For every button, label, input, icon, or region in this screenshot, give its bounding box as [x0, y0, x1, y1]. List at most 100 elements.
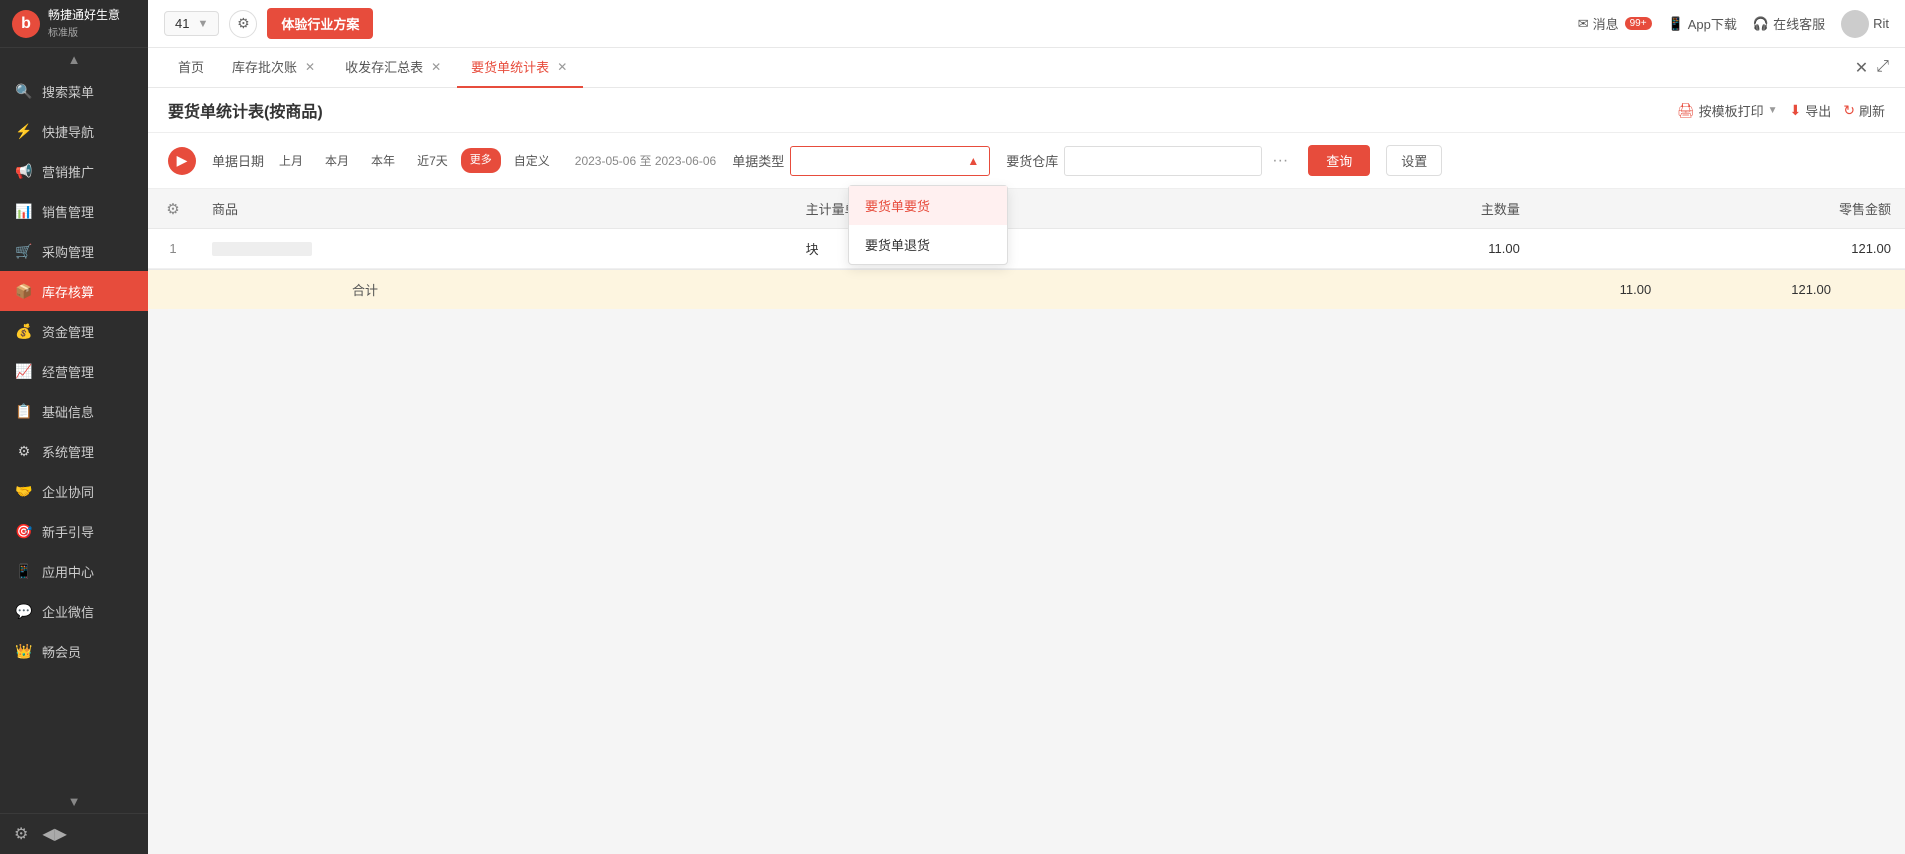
- this-month-btn[interactable]: 本月: [316, 148, 358, 173]
- phone-icon: 📱: [1668, 16, 1684, 32]
- warehouse-filter-group: 要货仓库 ···: [1006, 146, 1292, 176]
- sidebar-scroll-down[interactable]: ▼: [0, 790, 148, 813]
- tab-order-stats[interactable]: 要货单统计表 ✕: [457, 48, 583, 88]
- cell-quantity: 11.00: [1223, 229, 1534, 269]
- logo-icon: b: [12, 10, 40, 38]
- th-quantity: 主数量: [1223, 189, 1534, 229]
- dropdown-item-order[interactable]: 要货单要货: [849, 186, 1007, 225]
- settings-button[interactable]: 设置: [1386, 145, 1442, 176]
- refresh-button[interactable]: ↻ 刷新: [1843, 101, 1885, 120]
- table-row: 1 块 11.00 121.00: [148, 229, 1905, 269]
- export-button[interactable]: ⬇ 导出: [1790, 101, 1832, 120]
- th-settings[interactable]: ⚙: [148, 189, 198, 229]
- this-year-btn[interactable]: 本年: [362, 148, 404, 173]
- sidebar-item-label: 企业微信: [42, 602, 94, 621]
- sidebar-item-guide[interactable]: 🎯 新手引导: [0, 511, 148, 551]
- date-filter-group: 单据日期 上月 本月 本年 近7天 更多 自定义: [212, 148, 559, 173]
- refresh-label: 刷新: [1859, 101, 1885, 120]
- tab-inventory-batch[interactable]: 库存批次账 ✕: [218, 48, 331, 88]
- window-close-btn[interactable]: ✕: [1855, 58, 1868, 78]
- chevron-down-icon: ▼: [197, 18, 208, 30]
- sidebar-item-marketing[interactable]: 📢 营销推广: [0, 151, 148, 191]
- custom-date-btn[interactable]: 自定义: [505, 148, 559, 173]
- date-label: 单据日期: [212, 151, 264, 170]
- sidebar-item-operations[interactable]: 📈 经营管理: [0, 351, 148, 391]
- page-header: 要货单统计表(按商品) 🖨 按模板打印 ▼ ⬇ 导出 ↻ 刷新: [148, 88, 1905, 133]
- type-filter-group: 单据类型 ▲: [732, 146, 990, 176]
- sidebar-item-label: 畅会员: [42, 642, 81, 661]
- type-dropdown: 要货单要货 要货单退货: [848, 185, 1008, 265]
- sidebar-item-quicknav[interactable]: ⚡ 快捷导航: [0, 111, 148, 151]
- phone-icon: 📱: [14, 561, 34, 581]
- main-content: 41 ▼ ⚙ 体验行业方案 ✉ 消息 99+ 📱 App下载 🎧 在线客服 R: [148, 0, 1905, 854]
- app-download-action[interactable]: 📱 App下载: [1668, 14, 1737, 33]
- crown-icon: 👑: [14, 641, 34, 661]
- date-shortcuts: 上月 本月 本年 近7天 更多 自定义: [270, 148, 559, 173]
- more-dates-btn[interactable]: 更多: [461, 148, 501, 173]
- tab-receive-summary[interactable]: 收发存汇总表 ✕: [331, 48, 457, 88]
- store-selector[interactable]: 41 ▼: [164, 11, 219, 36]
- online-service-action[interactable]: 🎧 在线客服: [1753, 14, 1825, 33]
- message-badge: 99+: [1625, 17, 1652, 30]
- topbar-gear-button[interactable]: ⚙: [229, 10, 257, 38]
- sidebar-item-system[interactable]: ⚙ 系统管理: [0, 431, 148, 471]
- sidebar-item-label: 营销推广: [42, 162, 94, 181]
- tab-inventory-batch-close[interactable]: ✕: [303, 60, 317, 74]
- message-icon: ✉: [1578, 16, 1589, 32]
- sidebar-item-label: 销售管理: [42, 202, 94, 221]
- sidebar-logo: b 畅捷通好生意 标准版: [0, 0, 148, 48]
- tab-order-stats-close[interactable]: ✕: [555, 60, 569, 74]
- last-7-days-btn[interactable]: 近7天: [408, 148, 457, 173]
- refresh-icon: ↻: [1843, 102, 1855, 119]
- print-icon: 🖨: [1677, 102, 1695, 119]
- topbar-right: ✉ 消息 99+ 📱 App下载 🎧 在线客服 Rit: [1578, 10, 1889, 38]
- industry-button[interactable]: 体验行业方案: [267, 8, 373, 39]
- dropdown-item-return[interactable]: 要货单退货: [849, 225, 1007, 264]
- tabs-bar: 首页 库存批次账 ✕ 收发存汇总表 ✕ 要货单统计表 ✕ ✕ ⤢: [148, 48, 1905, 88]
- sidebar: b 畅捷通好生意 标准版 ▲ 🔍 搜索菜单 ⚡ 快捷导航 📢 营销推广 📊 销售…: [0, 0, 148, 854]
- cell-amount: 121.00: [1534, 229, 1905, 269]
- warehouse-input[interactable]: [1064, 146, 1262, 176]
- window-expand-btn[interactable]: ⤢: [1876, 58, 1889, 78]
- column-gear-icon[interactable]: ⚙: [162, 200, 184, 218]
- sidebar-item-appcenter[interactable]: 📱 应用中心: [0, 551, 148, 591]
- print-label: 按模板打印: [1699, 101, 1764, 120]
- print-button[interactable]: 🖨 按模板打印 ▼: [1677, 101, 1778, 120]
- warehouse-label: 要货仓库: [1006, 151, 1058, 170]
- collapse-icon[interactable]: ◀▶: [42, 824, 67, 844]
- sidebar-item-inventory[interactable]: 📦 库存核算: [0, 271, 148, 311]
- tab-receive-summary-close[interactable]: ✕: [429, 60, 443, 74]
- sidebar-item-label: 企业协同: [42, 482, 94, 501]
- footer-amount: 121.00: [1791, 282, 1831, 297]
- footer-quantity: 11.00: [1620, 282, 1652, 297]
- sidebar-item-label: 资金管理: [42, 322, 94, 341]
- last-month-btn[interactable]: 上月: [270, 148, 312, 173]
- type-select[interactable]: ▲: [790, 146, 990, 176]
- box-icon: 📦: [14, 281, 34, 301]
- user-action[interactable]: Rit: [1841, 10, 1889, 38]
- table-footer: 合计 11.00 121.00: [148, 269, 1905, 309]
- settings-bottom-icon[interactable]: ⚙: [14, 824, 28, 844]
- sidebar-item-search[interactable]: 🔍 搜索菜单: [0, 71, 148, 111]
- sidebar-item-corpwechat[interactable]: 💬 企业微信: [0, 591, 148, 631]
- sidebar-item-finance[interactable]: 💰 资金管理: [0, 311, 148, 351]
- sidebar-item-purchase[interactable]: 🛒 采购管理: [0, 231, 148, 271]
- sidebar-scroll-up[interactable]: ▲: [0, 48, 148, 71]
- print-chevron-icon: ▼: [1768, 105, 1778, 116]
- message-action[interactable]: ✉ 消息 99+: [1578, 14, 1652, 33]
- chat-icon: 💬: [14, 601, 34, 621]
- filter-bar: ▶ 单据日期 上月 本月 本年 近7天 更多 自定义 2023-05-06 至 …: [148, 133, 1905, 189]
- query-button[interactable]: 查询: [1308, 145, 1370, 176]
- sidebar-item-enterprise[interactable]: 🤝 企业协同: [0, 471, 148, 511]
- tab-home[interactable]: 首页: [164, 48, 218, 88]
- user-name: Rit: [1873, 16, 1889, 31]
- trend-icon: 📈: [14, 361, 34, 381]
- sidebar-item-label: 快捷导航: [42, 122, 94, 141]
- sidebar-item-basic-info[interactable]: 📋 基础信息: [0, 391, 148, 431]
- filter-more-button[interactable]: ···: [1268, 152, 1292, 170]
- sidebar-item-members[interactable]: 👑 畅会员: [0, 631, 148, 671]
- avatar: [1841, 10, 1869, 38]
- filter-expand-button[interactable]: ▶: [168, 147, 196, 175]
- sidebar-item-sales[interactable]: 📊 销售管理: [0, 191, 148, 231]
- table-header-row: ⚙ 商品 主计量单位 主数量 零售金额: [148, 189, 1905, 229]
